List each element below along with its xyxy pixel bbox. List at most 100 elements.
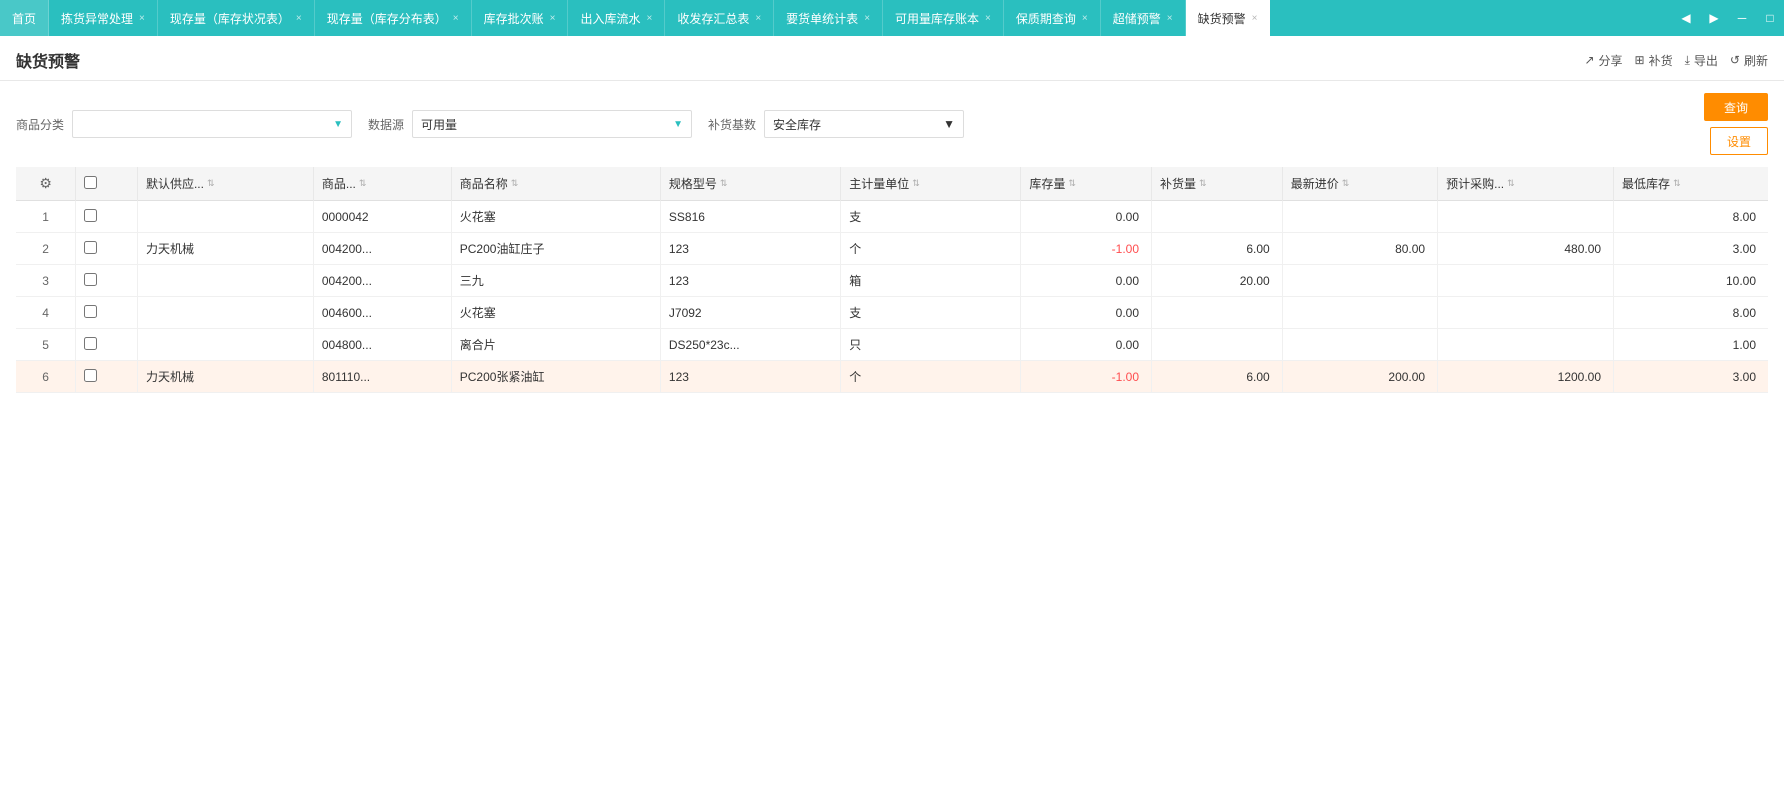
sort-supplier[interactable]: 默认供应... ⇅ [146,175,215,192]
tab-inout-flow[interactable]: 出入库流水 × [568,0,665,36]
data-source-select[interactable]: 可用量 ▼ [412,110,692,138]
close-icon[interactable]: × [139,13,145,24]
sort-product-name[interactable]: 商品名称 ⇅ [460,175,519,192]
replenish-base-value: 安全库存 [773,116,821,133]
close-icon[interactable]: × [550,13,556,24]
row-replenish-qty [1152,201,1283,233]
tab-next-button[interactable]: ▶ [1700,0,1728,36]
replenish-base-label: 补货基数 [708,116,756,133]
sort-icon: ⇅ [359,178,367,189]
row-product-code: 0000042 [313,201,451,233]
tab-available-ledger[interactable]: 可用量库存账本 × [883,0,1004,36]
tab-minimize-button[interactable]: ─ [1728,0,1756,36]
refresh-icon: ↺ [1730,53,1740,67]
row-checkbox-cell [76,265,138,297]
row-product-code: 004200... [313,265,451,297]
tab-overstock[interactable]: 超储预警 × [1101,0,1186,36]
row-stock-qty: 0.00 [1021,329,1152,361]
close-icon[interactable]: × [864,13,870,24]
row-product-name: 火花塞 [451,297,660,329]
replenish-base-filter-group: 补货基数 安全库存 ▼ [708,110,964,138]
close-icon[interactable]: × [296,13,302,24]
row-unit: 只 [841,329,1021,361]
close-icon[interactable]: × [1167,13,1173,24]
sort-unit[interactable]: 主计量单位 ⇅ [849,175,920,192]
tab-maximize-button[interactable]: □ [1756,0,1784,36]
page-title: 缺货预警 [16,48,80,72]
tab-home[interactable]: 首页 [0,0,49,36]
row-checkbox[interactable] [84,241,97,254]
row-checkbox[interactable] [84,209,97,222]
row-number: 3 [16,265,76,297]
row-product-name: PC200油缸庄子 [451,233,660,265]
tab-shortage[interactable]: 缺货预警 × [1186,0,1271,36]
row-checkbox-cell [76,201,138,233]
th-latest-price: 最新进价 ⇅ [1282,167,1437,201]
tab-collect-summary[interactable]: 收发存汇总表 × [665,0,774,36]
sort-stock-qty[interactable]: 库存量 ⇅ [1029,175,1076,192]
row-checkbox[interactable] [84,369,97,382]
row-latest-price [1282,201,1437,233]
query-button[interactable]: 查询 [1704,93,1768,121]
row-unit: 个 [841,361,1021,393]
row-latest-price: 200.00 [1282,361,1437,393]
header-actions: ↗ 分享 ⊞ 补货 ⤓ 导出 ↺ 刷新 [1584,52,1768,69]
tab-exception[interactable]: 拣货异常处理 × [49,0,158,36]
export-button[interactable]: ⤓ 导出 [1685,52,1718,69]
close-icon[interactable]: × [985,13,991,24]
table-row: 2 力天机械 004200... PC200油缸庄子 123 个 -1.00 6… [16,233,1768,265]
tab-order-stat[interactable]: 要货单统计表 × [774,0,883,36]
tab-inventory-status[interactable]: 现存量（库存状况表） × [158,0,315,36]
replenish-button[interactable]: ⊞ 补货 [1635,52,1673,69]
row-supplier [137,297,313,329]
category-select-arrow: ▼ [333,119,343,130]
sort-min-stock[interactable]: 最低库存 ⇅ [1622,175,1681,192]
sort-icon: ⇅ [207,178,215,189]
table-row: 6 力天机械 801110... PC200张紧油缸 123 个 -1.00 6… [16,361,1768,393]
data-source-filter-group: 数据源 可用量 ▼ [368,110,692,138]
tab-expiry[interactable]: 保质期查询 × [1004,0,1101,36]
sort-icon: ⇅ [1507,178,1515,189]
row-supplier [137,201,313,233]
share-button[interactable]: ↗ 分享 [1584,52,1622,69]
data-source-value: 可用量 [421,116,457,133]
tab-inventory-dist[interactable]: 现存量（库存分布表） × [315,0,472,36]
select-all-checkbox[interactable] [84,176,97,189]
row-checkbox-cell [76,361,138,393]
row-stock-qty: 0.00 [1021,297,1152,329]
replenish-icon: ⊞ [1635,53,1645,67]
row-est-purchase [1438,265,1614,297]
sort-icon: ⇅ [1673,178,1681,189]
sort-est-purchase[interactable]: 预计采购... ⇅ [1446,175,1515,192]
sort-spec[interactable]: 规格型号 ⇅ [669,175,728,192]
settings-button[interactable]: 设置 [1710,127,1768,155]
close-icon[interactable]: × [453,13,459,24]
row-spec: 123 [660,233,840,265]
page-header: 缺货预警 ↗ 分享 ⊞ 补货 ⤓ 导出 ↺ 刷新 [0,36,1784,81]
replenish-base-arrow: ▼ [943,117,955,131]
row-unit: 箱 [841,265,1021,297]
sort-latest-price[interactable]: 最新进价 ⇅ [1291,175,1350,192]
refresh-button[interactable]: ↺ 刷新 [1730,52,1768,69]
row-spec: J7092 [660,297,840,329]
row-checkbox[interactable] [84,337,97,350]
th-unit: 主计量单位 ⇅ [841,167,1021,201]
row-checkbox[interactable] [84,305,97,318]
close-icon[interactable]: × [1252,13,1258,24]
tab-prev-button[interactable]: ◀ [1672,0,1700,36]
replenish-base-select[interactable]: 安全库存 ▼ [764,110,964,138]
row-replenish-qty [1152,297,1283,329]
close-icon[interactable]: × [755,13,761,24]
table-row: 3 004200... 三九 123 箱 0.00 20.00 10.00 [16,265,1768,297]
close-icon[interactable]: × [646,13,652,24]
tab-batch[interactable]: 库存批次账 × [472,0,569,36]
row-checkbox-cell [76,233,138,265]
row-latest-price: 80.00 [1282,233,1437,265]
sort-replenish-qty[interactable]: 补货量 ⇅ [1160,175,1207,192]
sort-product-code[interactable]: 商品... ⇅ [322,175,367,192]
row-checkbox[interactable] [84,273,97,286]
gear-icon[interactable]: ⚙ [39,175,52,191]
category-select[interactable]: ▼ [72,110,352,138]
table-header-row: ⚙ 默认供应... ⇅ 商品... ⇅ [16,167,1768,201]
close-icon[interactable]: × [1082,13,1088,24]
